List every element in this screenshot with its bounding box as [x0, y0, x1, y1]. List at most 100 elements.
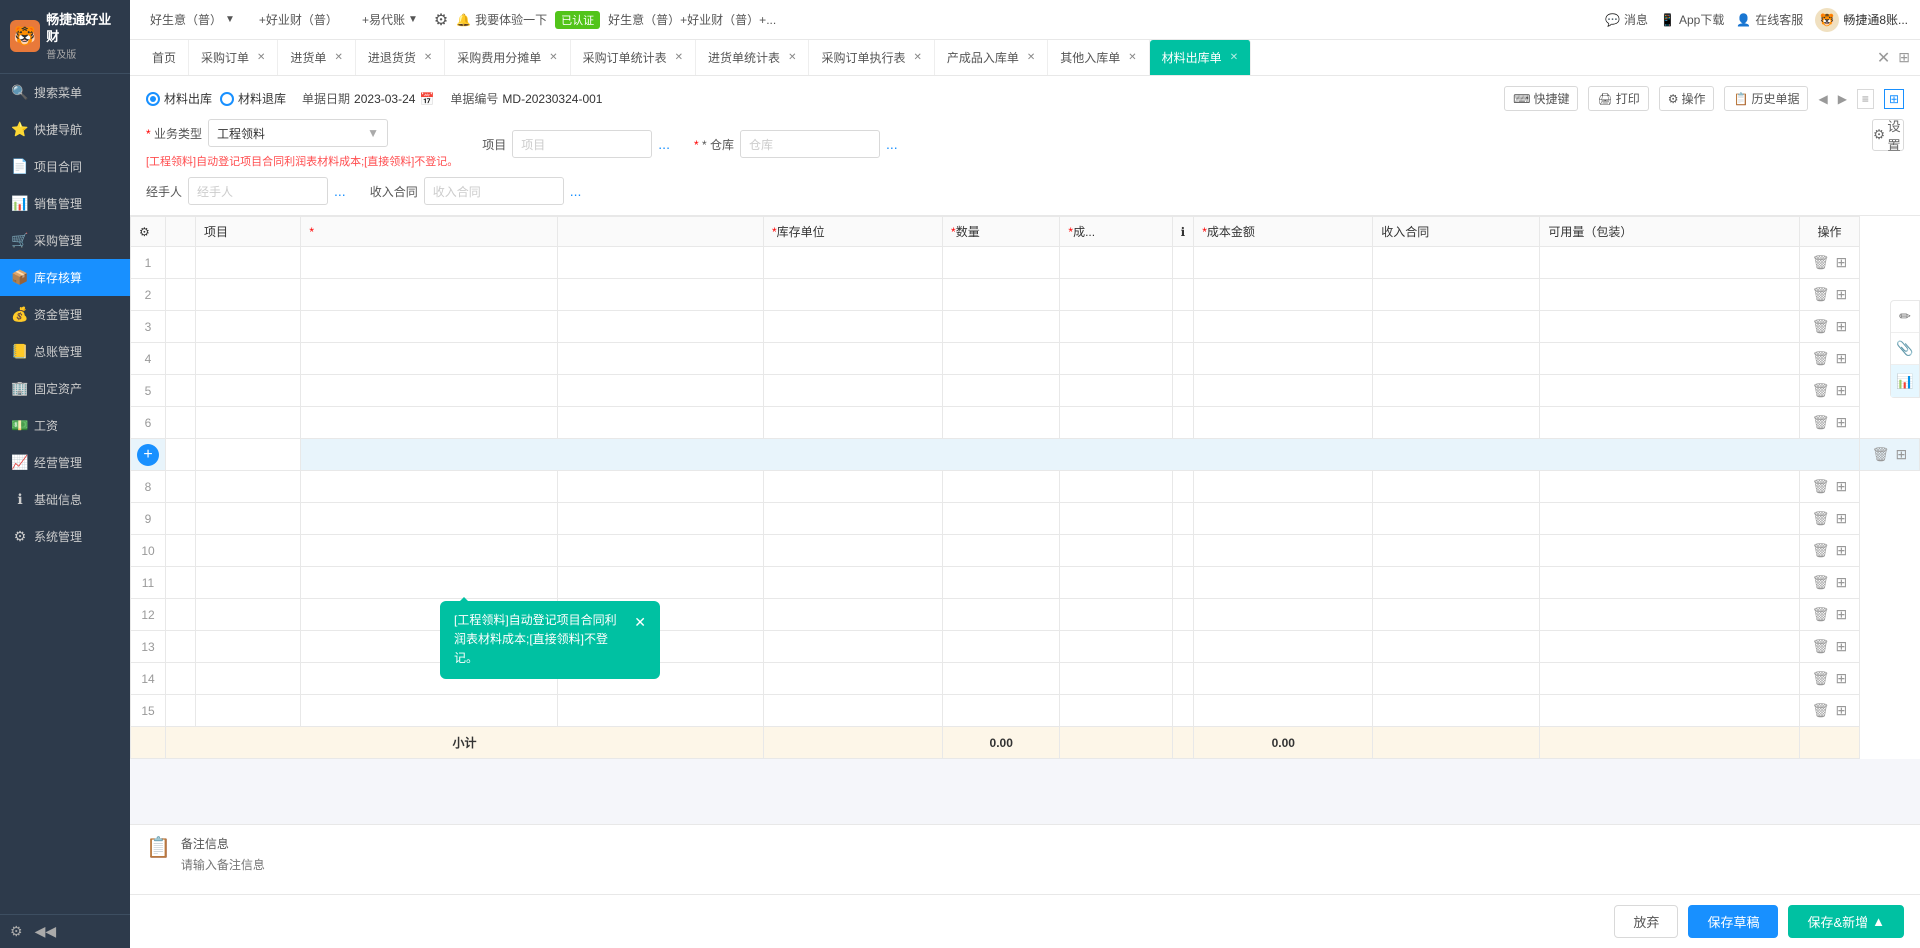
quick-tool-clip-btn[interactable]: 📎: [1891, 333, 1919, 365]
tab-close-purchase-exec[interactable]: ✕: [913, 52, 921, 63]
copy-row-8-btn[interactable]: ⊞: [1833, 478, 1851, 494]
copy-row-14-btn[interactable]: ⊞: [1833, 670, 1851, 686]
delete-row-2-btn[interactable]: 🗑: [1809, 286, 1833, 302]
copy-row-15-btn[interactable]: ⊞: [1833, 702, 1851, 718]
date-value[interactable]: 2023-03-24: [354, 92, 415, 106]
topbar-notice[interactable]: 🔔 我要体验一下: [456, 11, 547, 28]
save-draft-btn[interactable]: 保存草稿: [1688, 905, 1778, 938]
copy-row-10-btn[interactable]: ⊞: [1833, 542, 1851, 558]
tab-purchase-exec[interactable]: 采购订单执行表✕: [809, 40, 934, 76]
form-settings-btn[interactable]: ⚙ 设置: [1872, 119, 1904, 151]
user-info[interactable]: 🐯 畅捷通8账...: [1815, 8, 1908, 32]
operations-btn[interactable]: ⚙操作: [1659, 86, 1715, 111]
copy-row-11-btn[interactable]: ⊞: [1833, 574, 1851, 590]
delete-row-15-btn[interactable]: 🗑: [1809, 702, 1833, 718]
restore-window-btn[interactable]: ⊞: [1898, 49, 1910, 66]
tab-purchase-order[interactable]: 采购订单✕: [189, 40, 278, 76]
view-grid-btn[interactable]: ⊞: [1884, 89, 1904, 109]
biz-type-input[interactable]: 工程领料 ▼: [208, 119, 388, 147]
tab-close-goods-receipt[interactable]: ✕: [334, 52, 342, 63]
warehouse-dots-btn[interactable]: ...: [886, 136, 898, 152]
tab-close-goods-stat[interactable]: ✕: [788, 52, 796, 63]
sidebar-item-finance[interactable]: 💰 资金管理: [0, 296, 130, 333]
tab-home[interactable]: 首页: [140, 40, 189, 76]
sidebar-item-system[interactable]: ⚙ 系统管理: [0, 518, 130, 555]
radio-material-issue[interactable]: 材料出库: [146, 90, 212, 107]
close-window-btn[interactable]: ✕: [1877, 48, 1890, 68]
tab-product-storage[interactable]: 产成品入库单✕: [935, 40, 1048, 76]
tab-close-purchase-expense[interactable]: ✕: [549, 52, 557, 63]
prev-record-btn[interactable]: ◀: [1818, 92, 1827, 106]
delete-row-14-btn[interactable]: 🗑: [1809, 670, 1833, 686]
copy-row-5-btn[interactable]: ⊞: [1833, 382, 1851, 398]
next-record-btn[interactable]: ▶: [1838, 92, 1847, 106]
tooltip-close-btn[interactable]: ✕: [634, 611, 646, 633]
view-list-btn[interactable]: ≡: [1857, 89, 1874, 109]
collapse-btn[interactable]: ◀◀: [35, 923, 57, 940]
col-settings[interactable]: ⚙: [131, 217, 166, 247]
tab-goods-return[interactable]: 进退货货✕: [356, 40, 445, 76]
tab-close-other-storage[interactable]: ✕: [1128, 52, 1136, 63]
delete-row-10-btn[interactable]: 🗑: [1809, 542, 1833, 558]
sidebar-item-inventory[interactable]: 📦 库存核算: [0, 259, 130, 296]
copy-row-1-btn[interactable]: ⊞: [1833, 254, 1851, 270]
delete-row-6-btn[interactable]: 🗑: [1809, 414, 1833, 430]
tab-purchase-expense[interactable]: 采购费用分摊单✕: [445, 40, 570, 76]
copy-row-13-btn[interactable]: ⊞: [1833, 638, 1851, 654]
discard-btn[interactable]: 放弃: [1614, 905, 1678, 938]
quick-tool-edit-btn[interactable]: ✏: [1891, 301, 1919, 333]
copy-row-2-btn[interactable]: ⊞: [1833, 286, 1851, 302]
sidebar-item-management[interactable]: 📈 经营管理: [0, 444, 130, 481]
warehouse-input[interactable]: 仓库: [740, 130, 880, 158]
tab-close-goods-return[interactable]: ✕: [424, 52, 432, 63]
delete-row-1-btn[interactable]: 🗑: [1809, 254, 1833, 270]
history-btn[interactable]: 📋历史单据: [1724, 86, 1808, 111]
tab-close-purchase-order[interactable]: ✕: [257, 52, 265, 63]
sidebar-item-quick-nav[interactable]: ⭐ 快捷导航: [0, 111, 130, 148]
copy-row-3-btn[interactable]: ⊞: [1833, 318, 1851, 334]
sidebar-item-project-contract[interactable]: 📄 项目合同: [0, 148, 130, 185]
delete-row-3-btn[interactable]: 🗑: [1809, 318, 1833, 334]
sidebar-item-salary[interactable]: 💵 工资: [0, 407, 130, 444]
notes-input[interactable]: [181, 856, 1904, 884]
settings-bottom-btn[interactable]: ⚙: [10, 923, 23, 940]
topbar-online-service[interactable]: 👤 在线客服: [1736, 11, 1803, 28]
income-contract-input[interactable]: 收入合同: [424, 177, 564, 205]
topbar-nav-haoshengyi[interactable]: 好生意（普） ▼: [142, 7, 243, 32]
radio-material-return[interactable]: 材料退库: [220, 90, 286, 107]
handler-input[interactable]: 经手人: [188, 177, 328, 205]
tab-other-storage[interactable]: 其他入库单✕: [1048, 40, 1149, 76]
topbar-nav-yidaizhang[interactable]: +易代账 ▼: [354, 7, 426, 32]
sidebar-item-assets[interactable]: 🏢 固定资产: [0, 370, 130, 407]
sidebar-item-search[interactable]: 🔍 搜索菜单: [0, 74, 130, 111]
tab-goods-stat[interactable]: 进货单统计表✕: [696, 40, 809, 76]
delete-row-11-btn[interactable]: 🗑: [1809, 574, 1833, 590]
add-row-btn[interactable]: +: [137, 444, 159, 466]
quick-tool-table-btn[interactable]: 📊: [1891, 365, 1919, 397]
topbar-app-download[interactable]: 📱 App下载: [1660, 11, 1724, 28]
topbar-nav-haoyecai[interactable]: +好业财（普）: [251, 7, 346, 32]
tab-close-purchase-stat[interactable]: ✕: [675, 52, 683, 63]
tab-goods-receipt[interactable]: 进货单✕: [278, 40, 355, 76]
delete-row-4-btn[interactable]: 🗑: [1809, 350, 1833, 366]
tab-purchase-stat[interactable]: 采购订单统计表✕: [571, 40, 696, 76]
delete-add-row-btn[interactable]: 🗑: [1869, 446, 1893, 462]
sidebar-item-purchase[interactable]: 🛒 采购管理: [0, 222, 130, 259]
delete-row-8-btn[interactable]: 🗑: [1809, 478, 1833, 494]
delete-row-5-btn[interactable]: 🗑: [1809, 382, 1833, 398]
tab-close-product-storage[interactable]: ✕: [1027, 52, 1035, 63]
handler-dots-btn[interactable]: ...: [334, 183, 346, 199]
copy-row-4-btn[interactable]: ⊞: [1833, 350, 1851, 366]
copy-row-9-btn[interactable]: ⊞: [1833, 510, 1851, 526]
settings-icon[interactable]: ⚙: [434, 10, 448, 30]
sidebar-item-sales[interactable]: 📊 销售管理: [0, 185, 130, 222]
tab-close-material-issue[interactable]: ✕: [1230, 52, 1238, 63]
project-dots-btn[interactable]: ...: [658, 136, 670, 152]
quick-key-btn[interactable]: ⌨快捷键: [1504, 86, 1578, 111]
calendar-icon[interactable]: 📅: [419, 92, 434, 106]
sidebar-item-basic-info[interactable]: ℹ 基础信息: [0, 481, 130, 518]
copy-row-6-btn[interactable]: ⊞: [1833, 414, 1851, 430]
income-contract-dots-btn[interactable]: ...: [570, 183, 582, 199]
sidebar-item-ledger[interactable]: 📒 总账管理: [0, 333, 130, 370]
copy-add-row-btn[interactable]: ⊞: [1893, 446, 1911, 462]
